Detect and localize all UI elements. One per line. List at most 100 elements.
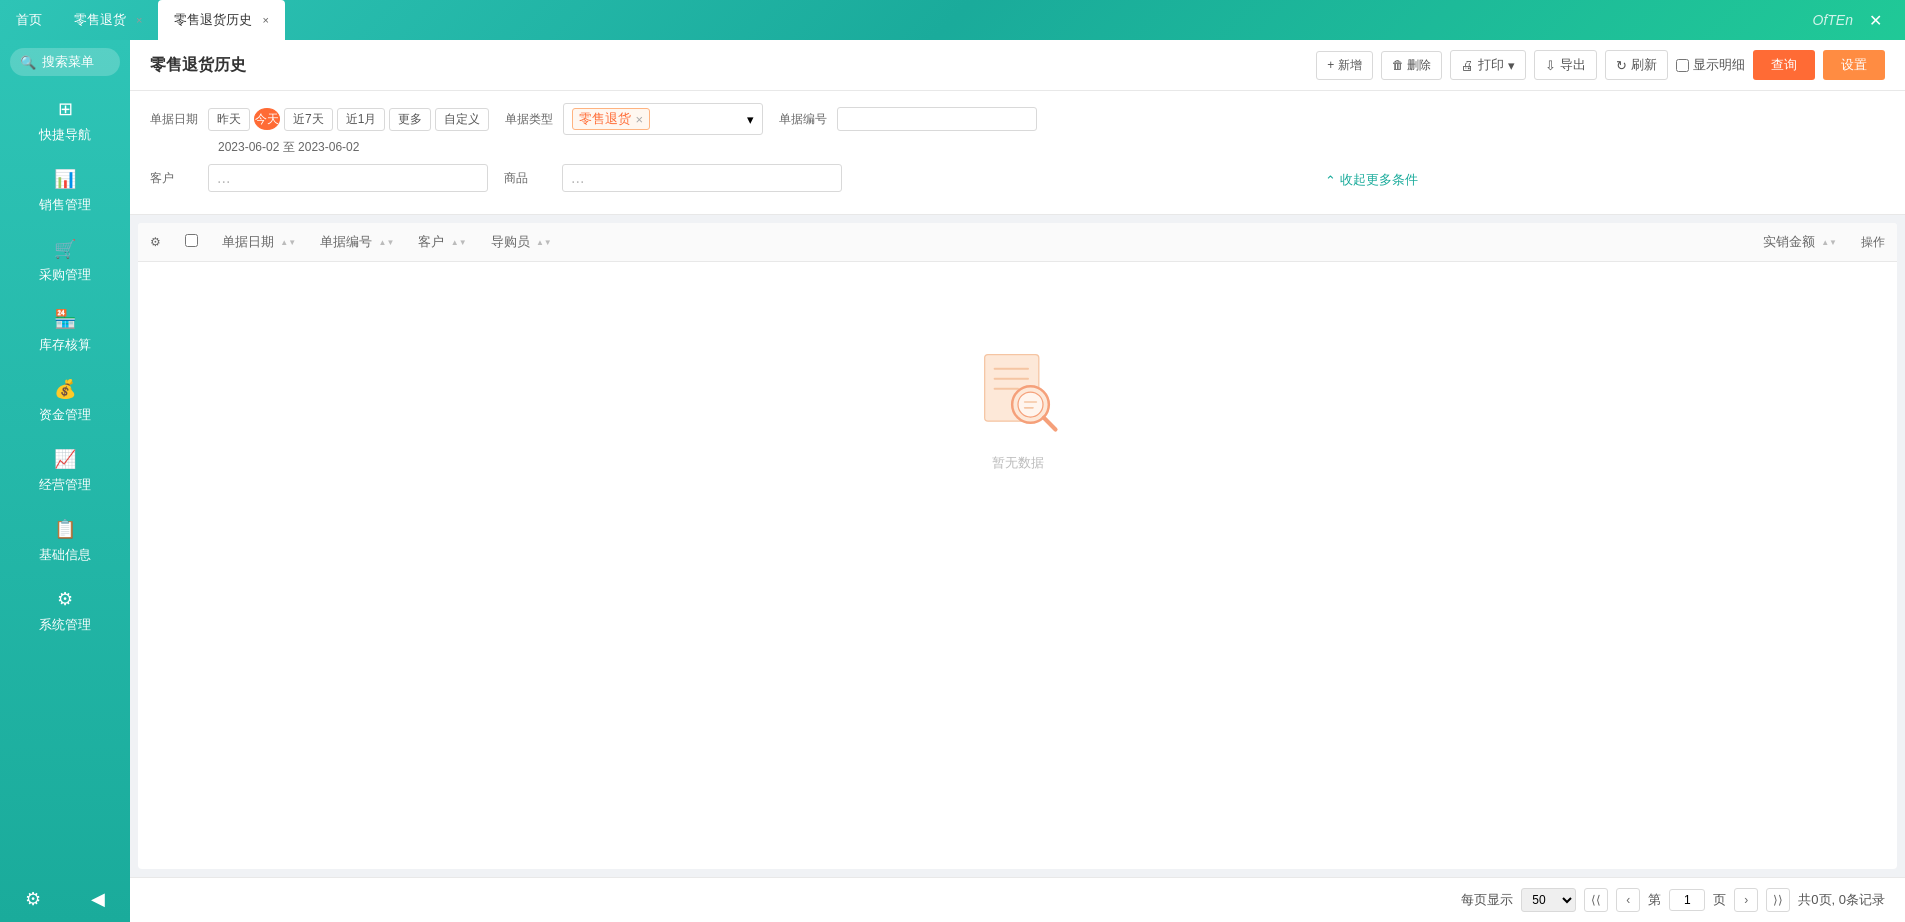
goods-select[interactable]: ... bbox=[562, 164, 842, 192]
date-yesterday-btn[interactable]: 昨天 bbox=[208, 108, 250, 131]
collapse-sidebar-icon[interactable]: ◀ bbox=[91, 888, 105, 910]
th-guide[interactable]: 导购员 ▲▼ bbox=[479, 223, 564, 262]
sidebar-item-base-info[interactable]: 📋 基础信息 bbox=[0, 506, 130, 576]
doc-type-tag-close[interactable]: × bbox=[635, 112, 643, 127]
last-page-btn[interactable]: ⟩⟩ bbox=[1766, 888, 1790, 912]
sidebar-item-sales-mgmt[interactable]: 📊 销售管理 bbox=[0, 156, 130, 226]
th-customer-label: 客户 bbox=[418, 234, 444, 249]
sidebar-item-inventory[interactable]: 🏪 库存核算 bbox=[0, 296, 130, 366]
data-table-container: ⚙ 单据日期 ▲▼ 单据编号 ▲▼ 客户 bbox=[138, 223, 1897, 869]
header-actions: + 新增 🗑 删除 🖨 打印 ▾ ⇩ 导出 ↻ 刷新 显示明细 bbox=[1316, 50, 1885, 80]
sidebar-item-purchase-mgmt-label: 采购管理 bbox=[39, 266, 91, 284]
collapse-filter-btn[interactable]: ⌃ 收起更多条件 bbox=[1325, 171, 1418, 189]
sidebar-search-label: 搜索菜单 bbox=[42, 53, 94, 71]
data-table: ⚙ 单据日期 ▲▼ 单据编号 ▲▼ 客户 bbox=[138, 223, 1897, 552]
th-gear[interactable]: ⚙ bbox=[138, 223, 173, 262]
table-header-row: ⚙ 单据日期 ▲▼ 单据编号 ▲▼ 客户 bbox=[138, 223, 1897, 262]
tab-retail-return-history[interactable]: 零售退货历史 × bbox=[158, 0, 284, 40]
doc-no-input[interactable] bbox=[837, 107, 1037, 131]
prev-page-btn[interactable]: ‹ bbox=[1616, 888, 1640, 912]
th-checkbox[interactable] bbox=[173, 223, 210, 262]
total-records: 共0页, 0条记录 bbox=[1798, 891, 1885, 909]
doc-type-select[interactable]: 零售退货 × ▾ bbox=[563, 103, 763, 135]
show-detail-checkbox-label[interactable]: 显示明细 bbox=[1676, 56, 1745, 74]
th-customer[interactable]: 客户 ▲▼ bbox=[406, 223, 478, 262]
query-button[interactable]: 查询 bbox=[1753, 50, 1815, 80]
date-today-btn[interactable]: 今天 bbox=[254, 108, 280, 130]
tab-retail-return-history-close[interactable]: × bbox=[262, 14, 268, 26]
pagination-bar: 每页显示 50 10 20 100 ⟨⟨ ‹ 第 页 › ⟩⟩ 共0页, 0条记… bbox=[130, 877, 1905, 922]
empty-state-row: 暂无数据 bbox=[138, 262, 1897, 553]
date-7days-btn[interactable]: 近7天 bbox=[284, 108, 333, 131]
delete-button[interactable]: 🗑 删除 bbox=[1381, 51, 1442, 80]
system-mgmt-icon: ⚙ bbox=[57, 588, 73, 610]
customer-label: 客户 bbox=[150, 170, 200, 187]
th-customer-sort-icon: ▲▼ bbox=[451, 238, 467, 247]
th-guide-label: 导购员 bbox=[491, 234, 530, 249]
date-filter-label: 单据日期 bbox=[150, 111, 200, 128]
date-more-btn[interactable]: 更多 bbox=[389, 108, 431, 131]
sidebar-item-operations[interactable]: 📈 经营管理 bbox=[0, 436, 130, 506]
refresh-label: 刷新 bbox=[1631, 56, 1657, 74]
th-amount-sort-icon: ▲▼ bbox=[1821, 238, 1837, 247]
window-close-button[interactable]: ✕ bbox=[1861, 6, 1889, 34]
tab-retail-return-close[interactable]: × bbox=[136, 14, 142, 26]
th-doc-no-label: 单据编号 bbox=[320, 234, 372, 249]
sidebar-item-system-mgmt-label: 系统管理 bbox=[39, 616, 91, 634]
print-label: 打印 bbox=[1478, 56, 1504, 74]
per-page-select[interactable]: 50 10 20 100 bbox=[1521, 888, 1576, 912]
sidebar-item-operations-label: 经营管理 bbox=[39, 476, 91, 494]
sidebar-item-finance-label: 资金管理 bbox=[39, 406, 91, 424]
date-1month-btn[interactable]: 近1月 bbox=[337, 108, 386, 131]
settings-bottom-icon[interactable]: ⚙ bbox=[25, 888, 41, 910]
collapse-label: 收起更多条件 bbox=[1340, 171, 1418, 189]
select-all-checkbox[interactable] bbox=[185, 234, 198, 247]
sidebar: 🔍 搜索菜单 ⊞ 快捷导航 📊 销售管理 🛒 采购管理 🏪 库存核算 💰 资金管… bbox=[0, 40, 130, 922]
show-detail-checkbox[interactable] bbox=[1676, 59, 1689, 72]
first-page-btn[interactable]: ⟨⟨ bbox=[1584, 888, 1608, 912]
doc-type-filter: 单据类型 零售退货 × ▾ bbox=[505, 103, 763, 135]
page-header: 零售退货历史 + 新增 🗑 删除 🖨 打印 ▾ ⇩ 导出 ↻ 刷新 bbox=[130, 40, 1905, 91]
th-date[interactable]: 单据日期 ▲▼ bbox=[210, 223, 308, 262]
th-doc-no[interactable]: 单据编号 ▲▼ bbox=[308, 223, 406, 262]
goods-filter: 商品 ... bbox=[504, 164, 842, 192]
new-button[interactable]: + 新增 bbox=[1316, 51, 1372, 80]
date-filter: 单据日期 昨天 今天 近7天 近1月 更多 自定义 bbox=[150, 108, 489, 131]
page-number-input[interactable] bbox=[1669, 889, 1705, 911]
tab-retail-return[interactable]: 零售退货 × bbox=[58, 0, 158, 40]
sidebar-item-inventory-label: 库存核算 bbox=[39, 336, 91, 354]
tab-retail-return-history-label: 零售退货历史 bbox=[174, 11, 252, 29]
doc-type-tag-value: 零售退货 bbox=[579, 110, 631, 128]
empty-illustration bbox=[968, 342, 1068, 442]
sidebar-search[interactable]: 🔍 搜索菜单 bbox=[10, 48, 120, 76]
goods-ellipsis: ... bbox=[571, 169, 584, 187]
content-area: 零售退货历史 + 新增 🗑 删除 🖨 打印 ▾ ⇩ 导出 ↻ 刷新 bbox=[130, 40, 1905, 922]
th-amount-label: 实销金额 bbox=[1763, 234, 1815, 249]
refresh-button[interactable]: ↻ 刷新 bbox=[1605, 50, 1668, 80]
sales-mgmt-icon: 📊 bbox=[54, 168, 76, 190]
sidebar-bottom: ⚙ ◀ bbox=[0, 876, 130, 922]
settings-button[interactable]: 设置 bbox=[1823, 50, 1885, 80]
th-amount[interactable]: 实销金额 ▲▼ bbox=[1751, 223, 1849, 262]
next-page-btn[interactable]: › bbox=[1734, 888, 1758, 912]
customer-select[interactable]: ... bbox=[208, 164, 488, 192]
export-button[interactable]: ⇩ 导出 bbox=[1534, 50, 1597, 80]
print-button[interactable]: 🖨 打印 ▾ bbox=[1450, 50, 1526, 80]
search-icon: 🔍 bbox=[20, 55, 36, 70]
tab-bar: 首页 零售退货 × 零售退货历史 × bbox=[0, 0, 1813, 40]
sidebar-item-quick-nav[interactable]: ⊞ 快捷导航 bbox=[0, 86, 130, 156]
page-label: 第 bbox=[1648, 891, 1661, 909]
sidebar-item-base-info-label: 基础信息 bbox=[39, 546, 91, 564]
operations-icon: 📈 bbox=[54, 448, 76, 470]
th-doc-no-sort-icon: ▲▼ bbox=[379, 238, 395, 247]
sidebar-item-purchase-mgmt[interactable]: 🛒 采购管理 bbox=[0, 226, 130, 296]
goods-label: 商品 bbox=[504, 170, 554, 187]
tab-home[interactable]: 首页 bbox=[0, 0, 58, 40]
print-chevron-icon: ▾ bbox=[1508, 58, 1515, 73]
sidebar-item-system-mgmt[interactable]: ⚙ 系统管理 bbox=[0, 576, 130, 646]
date-custom-btn[interactable]: 自定义 bbox=[435, 108, 489, 131]
base-info-icon: 📋 bbox=[54, 518, 76, 540]
sidebar-item-finance[interactable]: 💰 资金管理 bbox=[0, 366, 130, 436]
sidebar-item-quick-nav-label: 快捷导航 bbox=[39, 126, 91, 144]
per-page-label: 每页显示 bbox=[1461, 891, 1513, 909]
